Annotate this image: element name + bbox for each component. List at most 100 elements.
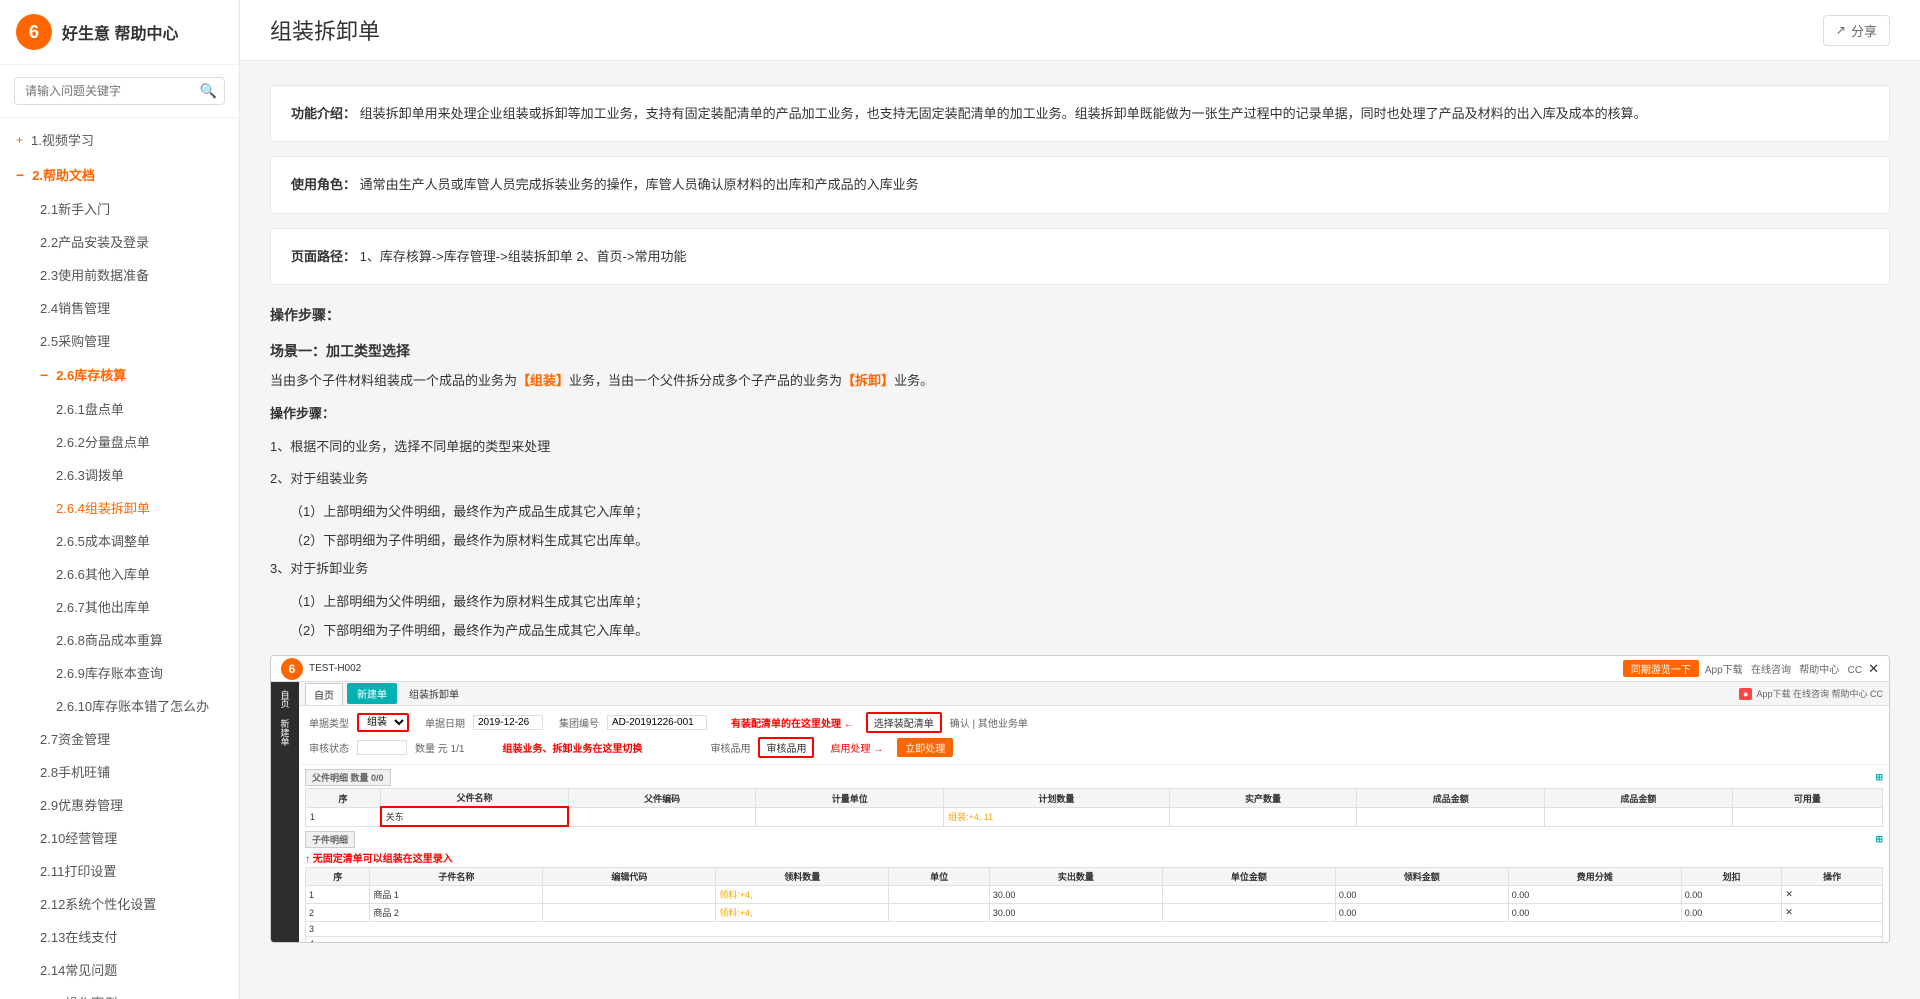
sidebar-item-docs-265[interactable]: 2.6.5成本调整单 (0, 524, 239, 557)
screenshot-wrapper: 6 TEST-H002 同期游览一下 App下载 在线咨询 帮助中心 CC ✕ … (270, 655, 1890, 943)
ltd-code1 (543, 886, 716, 904)
td-amt2 (1545, 807, 1733, 826)
logo-area: 6 好生意 帮助中心 (0, 0, 239, 65)
app-name: 好生意 帮助中心 (62, 20, 178, 44)
select-bom-btn[interactable]: 选择装配清单 (866, 712, 942, 733)
form-type-select[interactable]: 组装 拆卸 (357, 713, 409, 732)
tab-ziye[interactable]: 自页 (305, 683, 343, 705)
ltd-unit1 (889, 886, 990, 904)
content-area: 功能介绍： 组装拆卸单用来处理企业组装或拆卸等加工业务，支持有固定装配清单的产品… (240, 61, 1920, 999)
scene1-desc: 当由多个子件材料组装成一个成品的业务为【组装】业务，当由一个父件拆分成多个子产品… (270, 369, 1890, 394)
table-row: 1 商品 1 领料:+4, 30.00 0.00 (306, 886, 1883, 904)
tab-zuzhuang[interactable]: 组装拆卸单 (401, 683, 467, 704)
sidebar-item-docs-22[interactable]: 2.2产品安装及登录 (0, 225, 239, 258)
sidebar-item-docs-267[interactable]: 2.6.7其他出库单 (0, 590, 239, 623)
app-sidebar-item-2[interactable]: 新建单 (277, 715, 294, 750)
ltd-amt1-1: 0.00 (1335, 886, 1508, 904)
sidebar-item-docs-28[interactable]: 2.8手机旺铺 (0, 755, 239, 788)
ops-title: 操作步骤： (270, 305, 1890, 325)
sidebar-item-docs-215[interactable]: 2.15操作案例 (0, 986, 239, 999)
sidebar-item-docs-264[interactable]: 2.6.4组装拆卸单 (0, 491, 239, 524)
close-icon[interactable]: ✕ (1868, 661, 1879, 677)
ltd-qty1-1: 领料:+4, (716, 886, 889, 904)
ltd-code2 (543, 904, 716, 922)
sidebar-item-docs-269[interactable]: 2.6.9库存账本查询 (0, 656, 239, 689)
ltd-alloc1: 0.00 (1508, 886, 1681, 904)
sidebar-item-docs-26[interactable]: − 2.6库存核算 (0, 357, 239, 392)
ltd-seq1: 1 (306, 886, 370, 904)
process-btn[interactable]: 立即处理 (897, 738, 953, 757)
sidebar-item-docs-211[interactable]: 2.11打印设置 (0, 854, 239, 887)
sidebar-item-docs-212[interactable]: 2.12系统个性化设置 (0, 887, 239, 920)
sidebar-item-docs-2610[interactable]: 2.6.10库存账本错了怎么办 (0, 689, 239, 722)
table-row: 2 商品 2 领料:+4, 30.00 0.00 (306, 904, 1883, 922)
sidebar-item-docs-213[interactable]: 2.13在线支付 (0, 920, 239, 953)
ltd-ops1[interactable]: ✕ (1782, 886, 1883, 904)
tour-btn[interactable]: 同期游览一下 (1623, 660, 1699, 677)
sidebar-item-docs-21[interactable]: 2.1新手入门 (0, 192, 239, 225)
sidebar-item-video[interactable]: + 1.视频学习 (0, 122, 239, 157)
main-area: 组装拆卸单 ↗ 分享 功能介绍： 组装拆卸单用来处理企业组装或拆卸等加工业务，支… (240, 0, 1920, 999)
app-logo: 6 (281, 658, 303, 680)
lth-name: 子件名称 (370, 868, 543, 886)
sidebar-item-docs-266[interactable]: 2.6.6其他入库单 (0, 557, 239, 590)
scene1-title: 场景一：加工类型选择 (270, 341, 1890, 361)
table-row: 4 (306, 937, 1883, 943)
expand-icon[interactable]: ⊞ (1875, 772, 1883, 783)
sidebar-item-docs-261[interactable]: 2.6.1盘点单 (0, 392, 239, 425)
sidebar-item-docs-23[interactable]: 2.3使用前数据准备 (0, 258, 239, 291)
th-avail: 可用量 (1732, 789, 1882, 808)
td-amt1 (1357, 807, 1545, 826)
sidebar-item-docs-268[interactable]: 2.6.8商品成本重算 (0, 623, 239, 656)
ltd-unit2 (889, 904, 990, 922)
app-sidebar-item-1[interactable]: 自页 (277, 686, 294, 712)
role-block: 使用角色： 通常由生产人员或库管人员完成拆装业务的操作，库管人员确认原材料的出库… (270, 156, 1890, 213)
annotation4: ↑ 无固定清单可以组装在这里录入 (305, 850, 1883, 865)
ltd-alloc2: 0.00 (1508, 904, 1681, 922)
form-label-type: 单据类型 (309, 715, 349, 730)
sidebar-item-docs-263[interactable]: 2.6.3调拨单 (0, 458, 239, 491)
form-code-input[interactable] (607, 715, 707, 730)
app-top-links: App下载 在线咨询 帮助中心 CC (1756, 687, 1883, 700)
confirm-btn[interactable]: 确认 | 其他业务单 (950, 715, 1028, 730)
sidebar-item-docs-29[interactable]: 2.9优惠券管理 (0, 788, 239, 821)
lower-table: 序 子件名称 编辑代码 领料数量 单位 实出数量 单位金额 领料金额 (305, 867, 1883, 942)
search-input[interactable] (14, 77, 225, 105)
share-button[interactable]: ↗ 分享 (1823, 15, 1890, 46)
logo-icon: 6 (16, 14, 52, 50)
minus-icon: − (16, 167, 24, 183)
app-screenshot: 6 TEST-H002 同期游览一下 App下载 在线咨询 帮助中心 CC ✕ … (270, 655, 1890, 943)
sidebar-item-docs-27[interactable]: 2.7资金管理 (0, 722, 239, 755)
tab-xinjian[interactable]: 新建单 (347, 683, 397, 704)
path-block: 页面路径： 1、库存核算->库存管理->组装拆卸单 2、首页->常用功能 (270, 228, 1890, 285)
alert-icon: ● (1739, 688, 1752, 700)
th-actual-qty: 实产数量 (1169, 789, 1357, 808)
step3-2: （2）下部明细为子件明细，最终作为产成品生成其它入库单。 (270, 619, 1890, 644)
annotation1: 有装配清单的在这里处理 ← (731, 715, 854, 730)
search-icon: 🔍 (200, 83, 217, 100)
lower-expand-icon[interactable]: ⊞ (1875, 834, 1883, 845)
search-bar[interactable]: 🔍 (0, 65, 239, 118)
form-date-input[interactable] (473, 715, 543, 730)
ltd-ops2[interactable]: ✕ (1782, 904, 1883, 922)
sidebar-item-docs-214[interactable]: 2.14常见问题 (0, 953, 239, 986)
sidebar-item-docs-262[interactable]: 2.6.2分量盘点单 (0, 425, 239, 458)
form-label-audit: 审核品用 (710, 740, 750, 755)
form-label-status: 审核状态 (309, 740, 349, 755)
th-amount2: 成品金额 (1545, 789, 1733, 808)
sidebar-item-docs-25[interactable]: 2.5采购管理 (0, 324, 239, 357)
ltd-other1: 0.00 (1681, 886, 1782, 904)
audit-input[interactable]: 审核品用 (758, 737, 814, 758)
ltd-qty2-1: 30.00 (989, 886, 1162, 904)
ltd-price1 (1162, 886, 1335, 904)
sidebar-item-docs-24[interactable]: 2.4销售管理 (0, 291, 239, 324)
lth-qty1: 领料数量 (716, 868, 889, 886)
sidebar-item-docs-210[interactable]: 2.10经营管理 (0, 821, 239, 854)
step1: 1、根据不同的业务，选择不同单据的类型来处理 (270, 435, 1890, 460)
th-fcode: 父件编码 (568, 789, 756, 808)
form-status-input[interactable] (357, 740, 407, 755)
page-title: 组装拆卸单 (270, 14, 380, 46)
sidebar-item-docs[interactable]: − 2.帮助文档 (0, 157, 239, 192)
intro-block: 功能介绍： 组装拆卸单用来处理企业组装或拆卸等加工业务，支持有固定装配清单的产品… (270, 85, 1890, 142)
step3: 3、对于拆卸业务 (270, 557, 1890, 582)
